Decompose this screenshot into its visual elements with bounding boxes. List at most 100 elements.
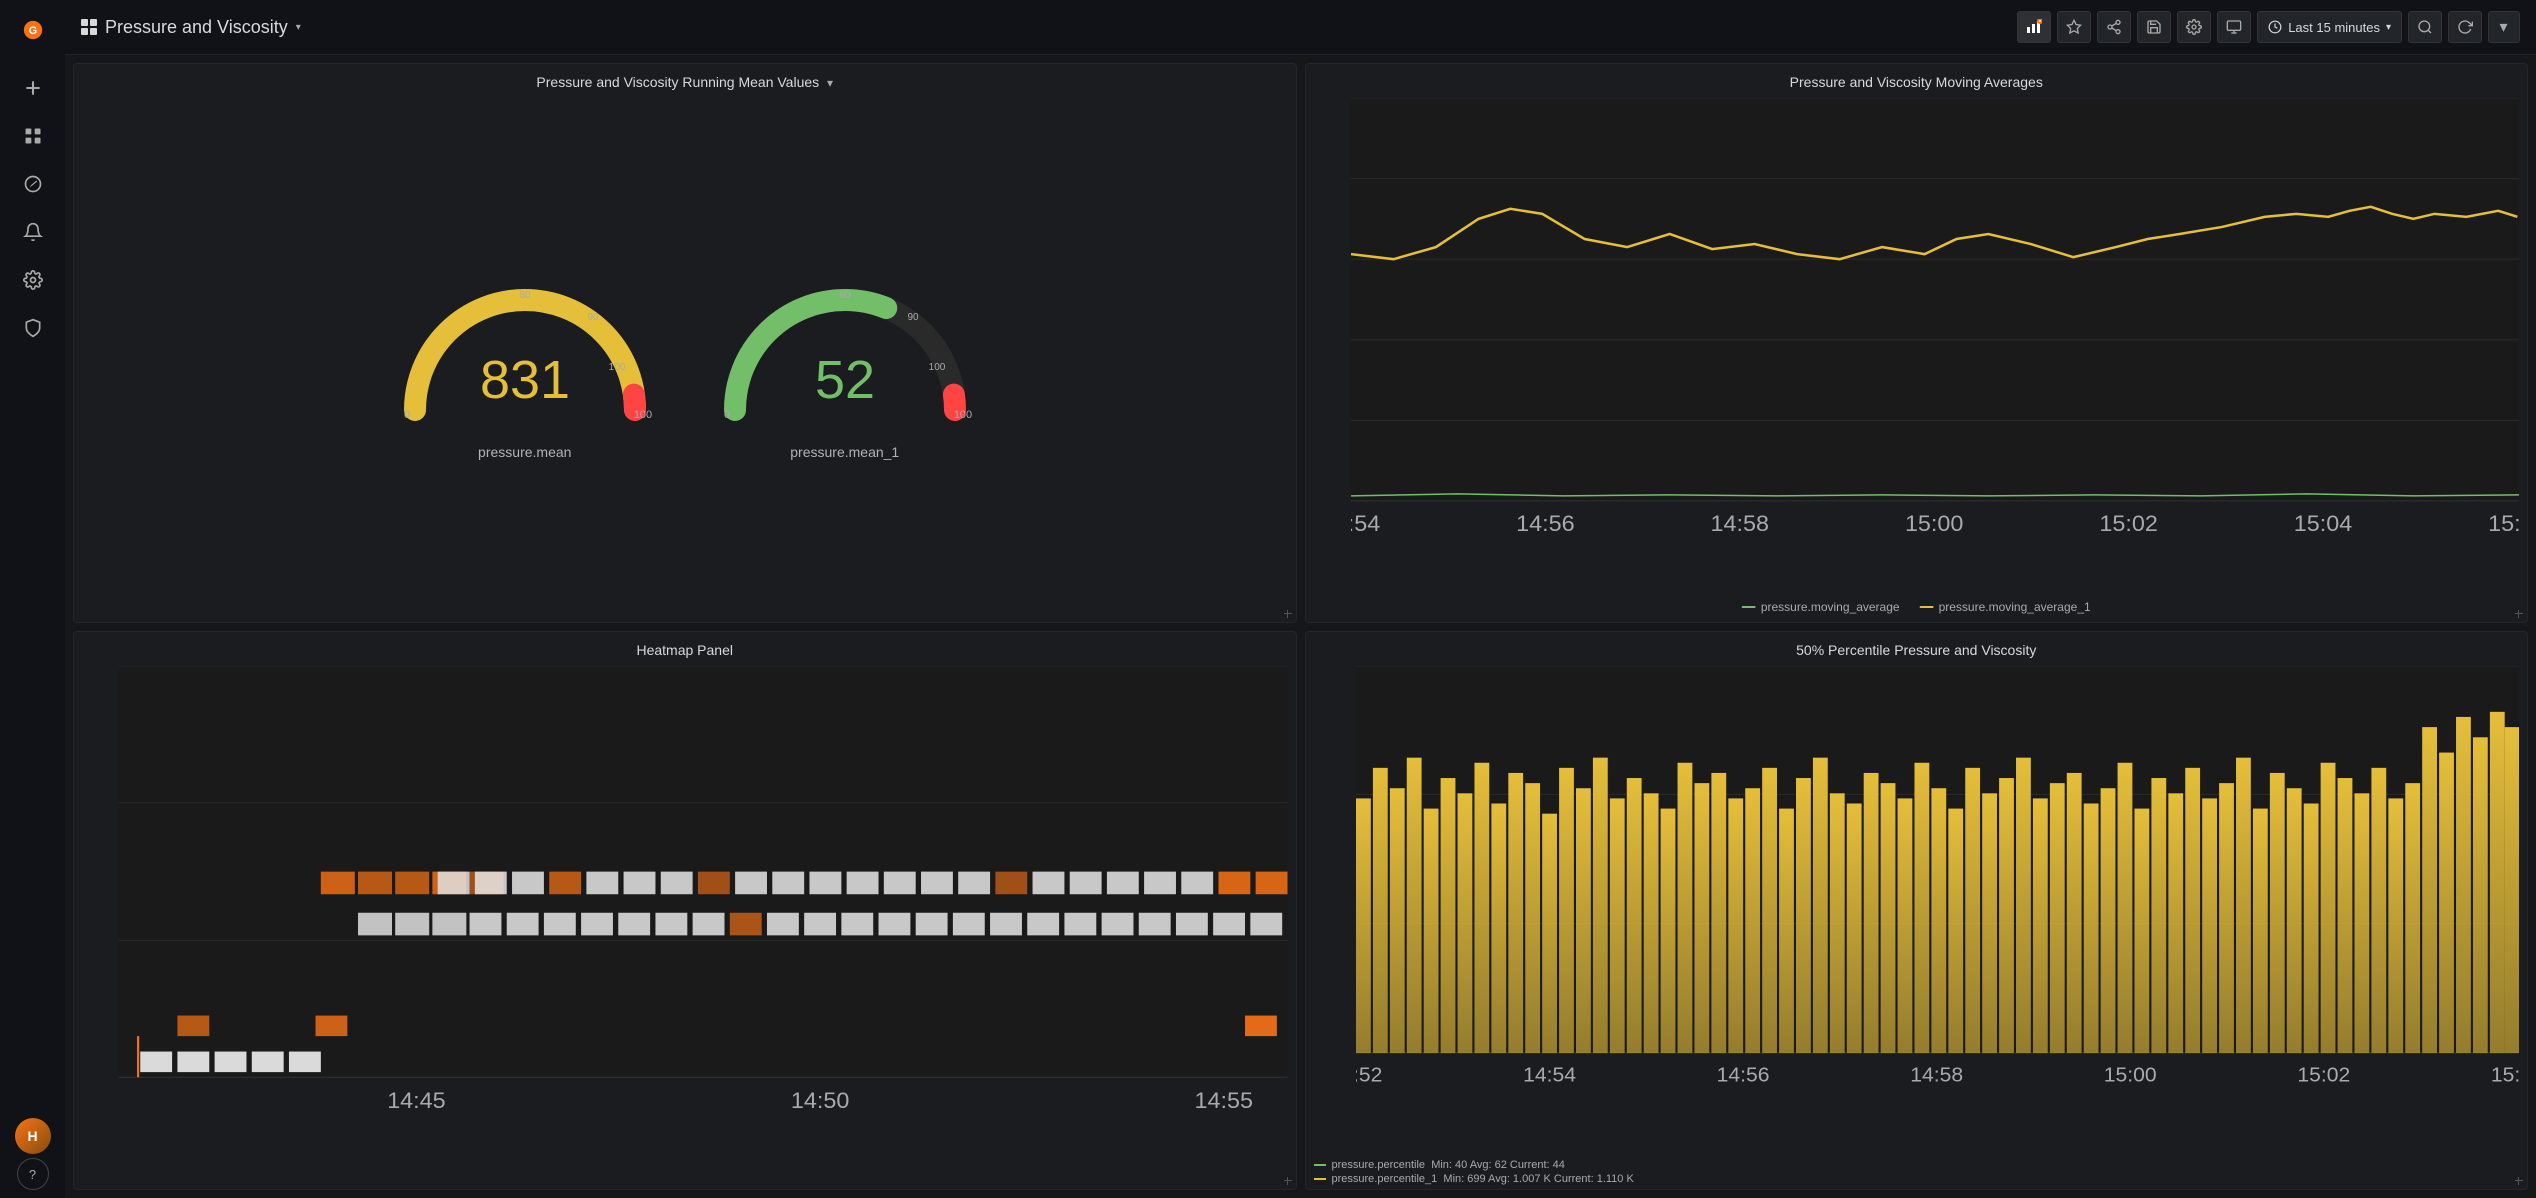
percentile-panel-resize[interactable] — [2513, 1175, 2523, 1185]
page-title: Pressure and Viscosity — [105, 17, 288, 38]
percentile-chart: 0 500 1.0 K 1.5 K 14:52 14:54 14:56 14:5… — [1356, 666, 2520, 1135]
gauge-1-label: pressure.mean — [478, 444, 571, 460]
gauge-2-svg-container: 0 100 80 90 100 52 — [705, 240, 985, 440]
time-range-arrow: ▾ — [2386, 22, 2391, 33]
moving-averages-legend: pressure.moving_average pressure.moving_… — [1742, 600, 2091, 614]
legend-label-2: pressure.moving_average_1 — [1939, 600, 2091, 614]
svg-text:15:04: 15:04 — [2293, 511, 2351, 536]
sidebar-item-alerting[interactable] — [11, 210, 55, 254]
moving-averages-content: 0 250 500 750 1.0 K 1.3 K 14:54 14:56 14… — [1306, 98, 2528, 622]
gauge-panel-content: 0 100 80 90 100 831 pressure.mean — [74, 98, 1296, 622]
svg-text:14:50: 14:50 — [791, 1087, 849, 1113]
more-button[interactable]: ▾ — [2488, 11, 2520, 43]
svg-text:80: 80 — [839, 290, 851, 301]
svg-text:15:00: 15:00 — [2103, 1063, 2156, 1086]
svg-text:100: 100 — [954, 409, 972, 421]
svg-text:14:52: 14:52 — [1356, 1063, 1382, 1086]
svg-text:14:56: 14:56 — [1716, 1063, 1769, 1086]
settings-button[interactable] — [2177, 11, 2211, 43]
legend-item-2: pressure.moving_average_1 — [1920, 600, 2091, 614]
topbar-title-area: Pressure and Viscosity ▾ — [81, 17, 301, 38]
svg-text:100: 100 — [928, 362, 945, 373]
heatmap-content: 0 10 20 30 14:45 14:50 14:55 — [74, 666, 1296, 1190]
moving-avg-panel-resize[interactable] — [2513, 608, 2523, 618]
percentile-panel: 50% Percentile Pressure and Viscosity — [1305, 631, 2529, 1191]
svg-text:14:56: 14:56 — [1516, 511, 1574, 536]
svg-text:15:02: 15:02 — [2297, 1063, 2350, 1086]
gauge-1: 0 100 80 90 100 831 pressure.mean — [385, 240, 665, 460]
time-range-picker[interactable]: Last 15 minutes ▾ — [2257, 11, 2402, 43]
refresh-button[interactable] — [2448, 11, 2482, 43]
svg-text:90: 90 — [587, 312, 599, 323]
heatmap-panel: Heatmap Panel 0 10 20 30 14:45 14:50 — [73, 631, 1297, 1191]
svg-text:14:54: 14:54 — [1523, 1063, 1576, 1086]
gauge-panel-title: Pressure and Viscosity Running Mean Valu… — [74, 64, 1296, 98]
main-content: Pressure and Viscosity ▾ — [65, 0, 2536, 1198]
svg-text:15:02: 15:02 — [2099, 511, 2157, 536]
svg-text:G: G — [28, 25, 36, 37]
gauge-panel-resize[interactable] — [1282, 608, 1292, 618]
percentile-legend-dot-1 — [1314, 1164, 1326, 1166]
sidebar-item-explore[interactable] — [11, 162, 55, 206]
svg-text:14:55: 14:55 — [1195, 1087, 1253, 1113]
percentile-panel-title: 50% Percentile Pressure and Viscosity — [1306, 632, 2528, 666]
heatmap-panel-title: Heatmap Panel — [74, 632, 1296, 666]
grafana-logo[interactable]: G — [11, 8, 55, 52]
title-dropdown-arrow[interactable]: ▾ — [296, 22, 301, 33]
save-button[interactable] — [2137, 11, 2171, 43]
add-panel-button[interactable] — [2017, 11, 2051, 43]
legend-label-1: pressure.moving_average — [1761, 600, 1900, 614]
percentile-legend-item-1: pressure.percentile Min: 40 Avg: 62 Curr… — [1314, 1159, 2520, 1171]
svg-text:80: 80 — [519, 290, 531, 301]
moving-averages-panel: Pressure and Viscosity Moving Averages 0… — [1305, 63, 2529, 623]
sidebar: G H ? — [0, 0, 65, 1198]
moving-averages-title: Pressure and Viscosity Moving Averages — [1306, 64, 2528, 98]
svg-text:0: 0 — [404, 409, 410, 421]
svg-text:14:54: 14:54 — [1351, 511, 1380, 536]
legend-item-1: pressure.moving_average — [1742, 600, 1900, 614]
gauge-dropdown[interactable]: ▾ — [827, 76, 833, 90]
svg-text:52: 52 — [815, 350, 875, 410]
heatmap-panel-resize[interactable] — [1282, 1175, 1292, 1185]
percentile-content: 0 500 1.0 K 1.5 K 14:52 14:54 14:56 14:5… — [1306, 666, 2528, 1190]
sidebar-item-dashboards[interactable] — [11, 114, 55, 158]
sidebar-item-help[interactable]: ? — [17, 1158, 49, 1190]
gauge-1-svg-container: 0 100 80 90 100 831 — [385, 240, 665, 440]
svg-text:14:58: 14:58 — [1710, 511, 1768, 536]
dashboard-grid: Pressure and Viscosity Running Mean Valu… — [65, 55, 2536, 1198]
share-button[interactable] — [2097, 11, 2131, 43]
svg-text:831: 831 — [480, 350, 570, 410]
star-button[interactable] — [2057, 11, 2091, 43]
sidebar-item-shield[interactable] — [11, 306, 55, 350]
percentile-legend: pressure.percentile Min: 40 Avg: 62 Curr… — [1306, 1159, 2528, 1185]
svg-text:15:04: 15:04 — [2490, 1063, 2519, 1086]
sidebar-item-add[interactable] — [11, 66, 55, 110]
gauge-container: 0 100 80 90 100 831 pressure.mean — [74, 98, 1296, 622]
user-avatar[interactable]: H — [15, 1118, 51, 1154]
percentile-legend-text-2: pressure.percentile_1 Min: 699 Avg: 1.00… — [1332, 1173, 1634, 1185]
legend-dot-green — [1742, 606, 1756, 608]
kiosk-button[interactable] — [2217, 11, 2251, 43]
grid-icon — [81, 19, 97, 35]
search-button[interactable] — [2408, 11, 2442, 43]
svg-text:15:06: 15:06 — [2488, 511, 2519, 536]
gauge-2-label: pressure.mean_1 — [790, 444, 899, 460]
svg-text:14:58: 14:58 — [1910, 1063, 1963, 1086]
sidebar-item-configuration[interactable] — [11, 258, 55, 302]
topbar: Pressure and Viscosity ▾ — [65, 0, 2536, 55]
percentile-legend-dot-2 — [1314, 1178, 1326, 1180]
topbar-actions: Last 15 minutes ▾ ▾ — [2017, 11, 2520, 43]
time-range-label: Last 15 minutes — [2288, 20, 2380, 35]
gauge-panel: Pressure and Viscosity Running Mean Valu… — [73, 63, 1297, 623]
svg-text:100: 100 — [634, 409, 652, 421]
gauge-2: 0 100 80 90 100 52 pressure.mean_1 — [705, 240, 985, 460]
percentile-legend-item-2: pressure.percentile_1 Min: 699 Avg: 1.00… — [1314, 1173, 2520, 1185]
svg-text:0: 0 — [724, 409, 730, 421]
svg-text:15:00: 15:00 — [1904, 511, 1962, 536]
heatmap-chart: 0 10 20 30 14:45 14:50 14:55 — [119, 666, 1288, 1160]
svg-text:90: 90 — [907, 312, 919, 323]
percentile-legend-text-1: pressure.percentile Min: 40 Avg: 62 Curr… — [1332, 1159, 1565, 1171]
svg-text:14:45: 14:45 — [387, 1087, 445, 1113]
moving-averages-chart: 0 250 500 750 1.0 K 1.3 K 14:54 14:56 14… — [1351, 98, 2520, 582]
svg-text:100: 100 — [608, 362, 625, 373]
